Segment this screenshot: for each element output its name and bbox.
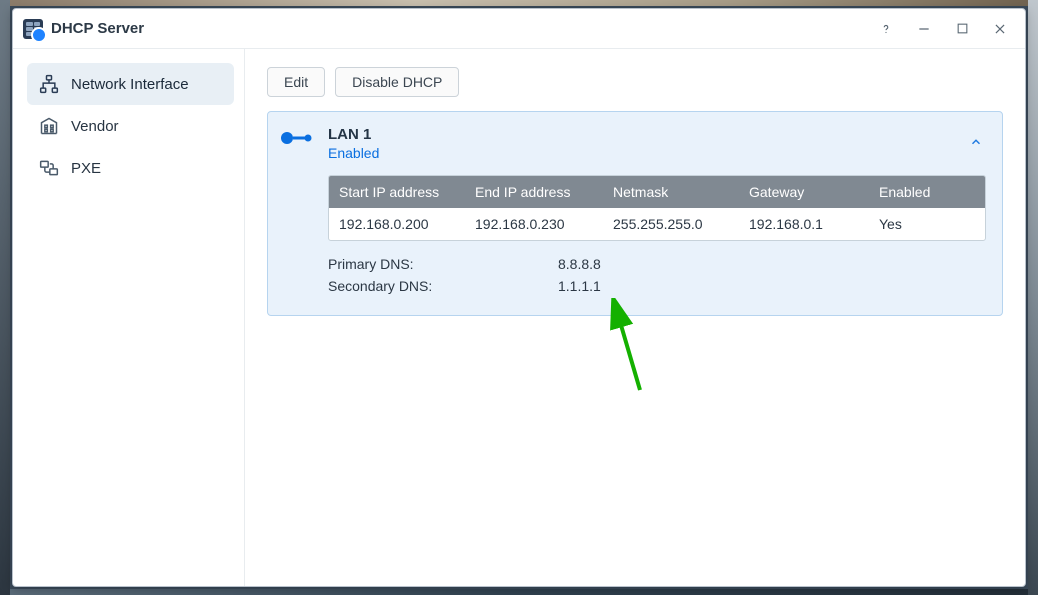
help-button[interactable]	[871, 14, 901, 44]
window-title: DHCP Server	[51, 20, 144, 37]
sidebar-item-vendor[interactable]: Vendor	[27, 105, 234, 147]
sidebar-item-label: Network Interface	[71, 76, 189, 93]
nic-name: LAN 1	[328, 126, 379, 143]
nic-status: Enabled	[328, 145, 379, 161]
content-area: Edit Disable DHCP LAN 1 Enabled	[245, 49, 1025, 586]
secondary-dns-label: Secondary DNS:	[328, 275, 558, 297]
lan1-panel[interactable]: LAN 1 Enabled Start IP address End IP ad…	[267, 111, 1003, 316]
secondary-dns-value: 1.1.1.1	[558, 275, 601, 297]
dns-block: Primary DNS: 8.8.8.8 Secondary DNS: 1.1.…	[328, 253, 986, 297]
vendor-icon	[39, 116, 59, 136]
network-interface-icon	[39, 74, 59, 94]
col-header-start-ip: Start IP address	[329, 176, 465, 208]
close-button[interactable]	[985, 14, 1015, 44]
cell-gateway: 192.168.0.1	[739, 208, 869, 240]
wired-connection-icon	[280, 126, 314, 146]
table-row[interactable]: 192.168.0.200 192.168.0.230 255.255.255.…	[329, 208, 985, 240]
primary-dns-value: 8.8.8.8	[558, 253, 601, 275]
pxe-icon	[39, 158, 59, 178]
col-header-end-ip: End IP address	[465, 176, 603, 208]
cell-enabled: Yes	[869, 208, 985, 240]
col-header-gateway: Gateway	[739, 176, 869, 208]
dhcp-server-window: DHCP Server Network Interface	[12, 8, 1026, 587]
col-header-netmask: Netmask	[603, 176, 739, 208]
minimize-button[interactable]	[909, 14, 939, 44]
dhcp-server-app-icon	[23, 19, 43, 39]
sidebar-item-network-interface[interactable]: Network Interface	[27, 63, 234, 105]
sidebar: Network Interface Vendor PXE	[13, 49, 245, 586]
primary-dns-label: Primary DNS:	[328, 253, 558, 275]
cell-netmask: 255.255.255.0	[603, 208, 739, 240]
toolbar: Edit Disable DHCP	[267, 67, 1003, 97]
cell-end-ip: 192.168.0.230	[465, 208, 603, 240]
sidebar-item-pxe[interactable]: PXE	[27, 147, 234, 189]
maximize-button[interactable]	[947, 14, 977, 44]
collapse-toggle[interactable]	[964, 130, 988, 154]
sidebar-item-label: PXE	[71, 160, 101, 177]
edit-button[interactable]: Edit	[267, 67, 325, 97]
sidebar-item-label: Vendor	[71, 118, 119, 135]
col-header-enabled: Enabled	[869, 176, 985, 208]
cell-start-ip: 192.168.0.200	[329, 208, 465, 240]
title-bar: DHCP Server	[13, 9, 1025, 49]
ip-range-table: Start IP address End IP address Netmask …	[328, 175, 986, 241]
disable-dhcp-button[interactable]: Disable DHCP	[335, 67, 459, 97]
